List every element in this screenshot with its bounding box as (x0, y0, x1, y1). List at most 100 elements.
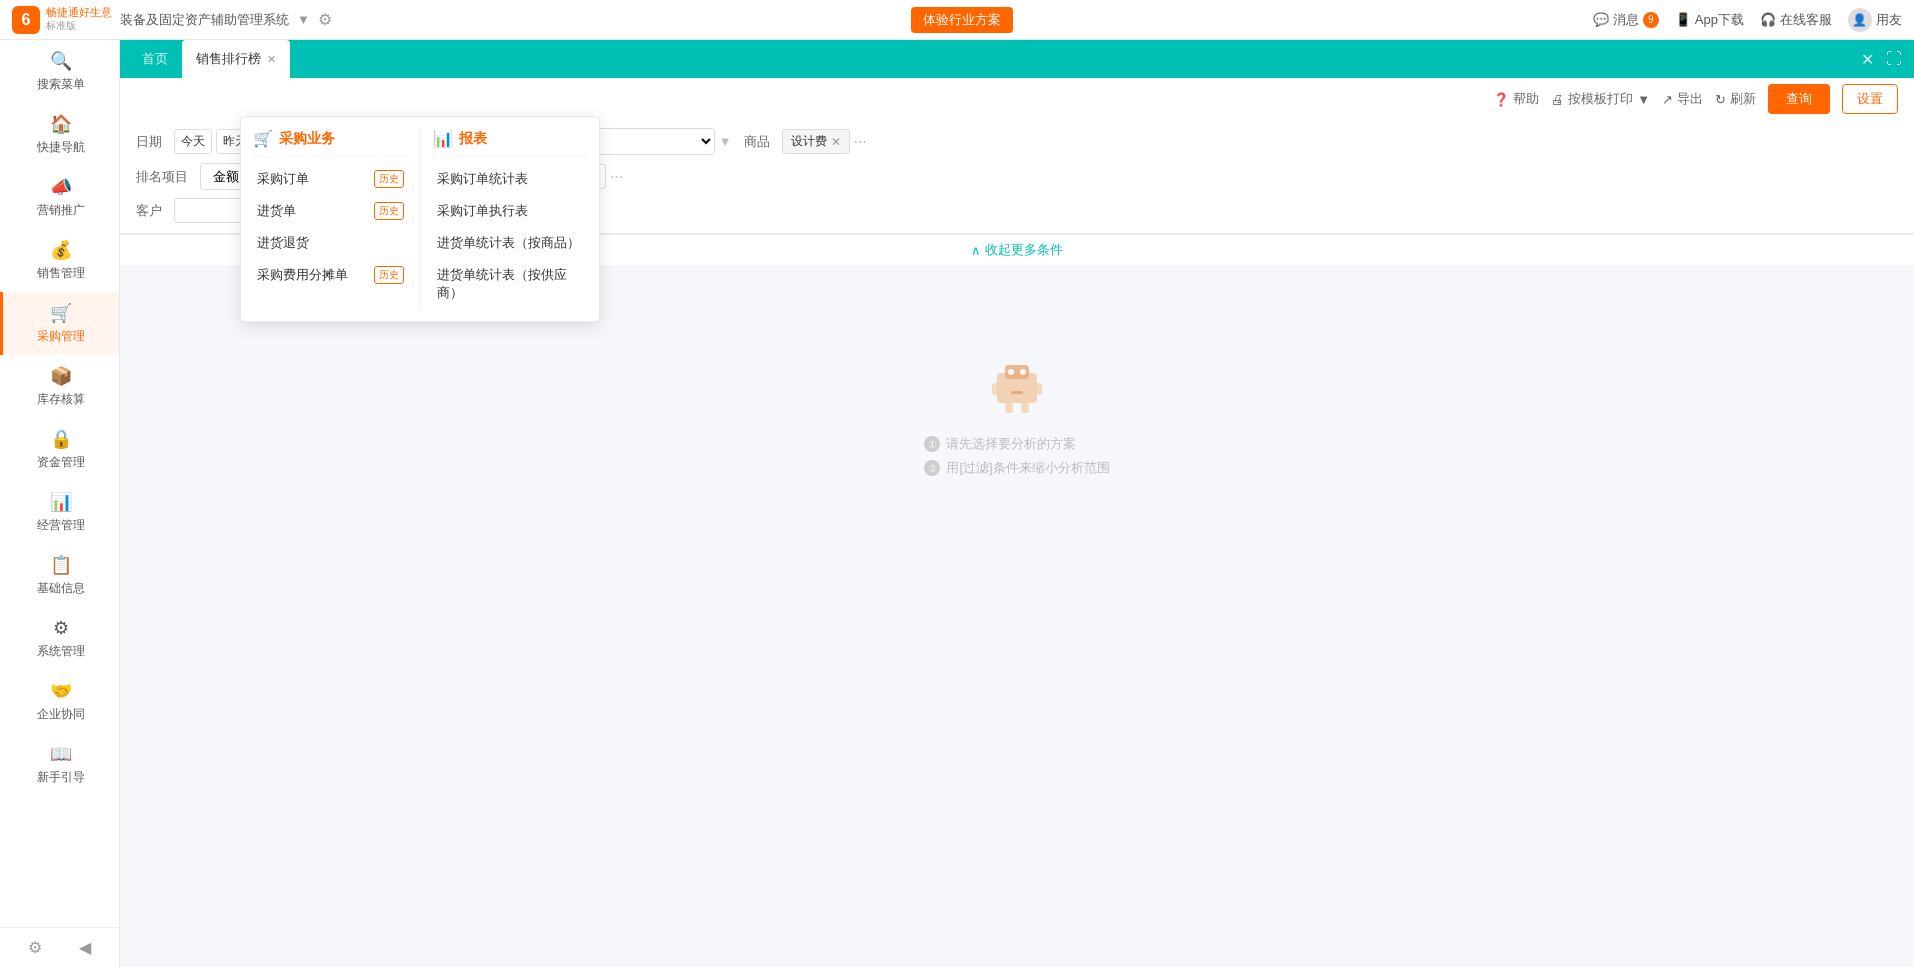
empty-tips: ① 请先选择要分析的方案 ② 用[过滤]条件来缩小分析范围 (924, 435, 1109, 477)
header-center: 体验行业方案 (911, 7, 1013, 33)
tab-close-icon[interactable]: ✕ (267, 53, 276, 66)
sidebar-item-search[interactable]: 🔍 搜索菜单 (0, 40, 119, 103)
tab-maximize-btn[interactable]: ⛶ (1882, 46, 1906, 73)
help-btn[interactable]: ❓ 帮助 (1493, 90, 1539, 108)
inventory-icon: 📦 (50, 365, 72, 387)
nav-user[interactable]: 👤 用友 (1848, 8, 1902, 32)
purchase-order-history: 历史 (374, 170, 404, 188)
purchase-dropdown-menu: 🛒 采购业务 采购订单 历史 进货单 历史 进货退货 (240, 116, 600, 322)
sidebar-label-base-info: 基础信息 (37, 580, 85, 597)
top-header: 6 畅捷通好生意 标准版 装备及固定资产辅助管理系统 ▼ ⚙ 体验行业方案 💬 … (0, 0, 1914, 40)
sidebar-item-purchase[interactable]: 🛒 采购管理 (0, 292, 119, 355)
sidebar-label-operation: 经营管理 (37, 517, 85, 534)
dropdown-inbound-stat-goods[interactable]: 进货单统计表（按商品） (433, 227, 588, 259)
industry-btn[interactable]: 体验行业方案 (911, 7, 1013, 33)
inbound-stat-goods-label: 进货单统计表（按商品） (437, 234, 580, 252)
tab-sales-rank-label: 销售排行榜 (196, 50, 261, 68)
nav-online-service[interactable]: 🎧 在线客服 (1760, 11, 1832, 29)
dropdown-purchase-expense[interactable]: 采购费用分摊单 历史 (253, 259, 408, 291)
logo-line1: 畅捷通好生意 (46, 6, 112, 19)
sidebar-label-search: 搜索菜单 (37, 76, 85, 93)
goods-label: 商品 (744, 133, 770, 151)
search-icon: 🔍 (50, 50, 72, 72)
sidebar-item-enterprise[interactable]: 🤝 企业协同 (0, 670, 119, 733)
sidebar-item-marketing[interactable]: 📣 营销推广 (0, 166, 119, 229)
goods-more-btn[interactable]: ··· (854, 133, 867, 151)
system-dropdown-icon[interactable]: ▼ (297, 12, 310, 27)
date-option-today[interactable]: 今天 (174, 129, 212, 154)
print-dropdown-icon: ▼ (1637, 92, 1650, 107)
svg-rect-4 (1011, 391, 1023, 394)
inbound-order-history: 历史 (374, 202, 404, 220)
help-label: 帮助 (1513, 90, 1539, 108)
tab-bar-actions: ✕ ⛶ (1857, 46, 1906, 73)
empty-illustration (977, 345, 1057, 425)
collapse-arrow-icon: ∧ (971, 243, 981, 258)
purchase-col-icon: 🛒 (253, 129, 273, 148)
sidebar-collapse-btn[interactable]: ◀ (79, 938, 91, 957)
sidebar-item-quick-nav[interactable]: 🏠 快捷导航 (0, 103, 119, 166)
sidebar-label-sales: 销售管理 (37, 265, 85, 282)
dropdown-inbound-stat-supplier[interactable]: 进货单统计表（按供应商） (433, 259, 588, 309)
sidebar-item-sales[interactable]: 💰 销售管理 (0, 229, 119, 292)
sidebar-settings-btn[interactable]: ⚙ (28, 938, 42, 957)
user-label: 用友 (1876, 11, 1902, 29)
logo-icon: 6 (12, 6, 40, 34)
system-settings-icon[interactable]: ⚙ (318, 10, 332, 29)
service-label: 在线客服 (1780, 11, 1832, 29)
tip1-text: 请先选择要分析的方案 (946, 435, 1076, 453)
goods-tag: 设计费 ✕ (782, 129, 850, 154)
sidebar-label-purchase: 采购管理 (37, 328, 85, 345)
sidebar-item-fund[interactable]: 🔒 资金管理 (0, 418, 119, 481)
nav-message[interactable]: 💬 消息 9 (1593, 11, 1659, 29)
nav-app-download[interactable]: 📱 App下载 (1675, 11, 1744, 29)
dropdown-purchase-order-exec[interactable]: 采购订单执行表 (433, 195, 588, 227)
sidebar-bottom: ⚙ ◀ (0, 927, 119, 967)
dropdown-purchase-order-stat[interactable]: 采购订单统计表 (433, 163, 588, 195)
dropdown-inbound-order[interactable]: 进货单 历史 (253, 195, 408, 227)
user-avatar: 👤 (1848, 8, 1872, 32)
tab-close-btn[interactable]: ✕ (1857, 46, 1878, 73)
tip2-text: 用[过滤]条件来缩小分析范围 (946, 459, 1109, 477)
sidebar-label-system: 系统管理 (37, 643, 85, 660)
sidebar-item-guide[interactable]: 📖 新手引导 (0, 733, 119, 796)
sidebar-label-marketing: 营销推广 (37, 202, 85, 219)
sidebar-item-system[interactable]: ⚙ 系统管理 (0, 607, 119, 670)
voucher-status-dropdown[interactable]: ▼ (719, 134, 732, 149)
dropdown-purchase-order[interactable]: 采购订单 历史 (253, 163, 408, 195)
tip2-num: ② (924, 460, 940, 476)
salesperson-more-btn[interactable]: ··· (610, 168, 623, 186)
fund-icon: 🔒 (50, 428, 72, 450)
tab-sales-rank[interactable]: 销售排行榜 ✕ (182, 40, 290, 78)
app-icon: 📱 (1675, 12, 1691, 27)
tip1-num: ① (924, 436, 940, 452)
refresh-icon: ↻ (1715, 92, 1726, 107)
marketing-icon: 📣 (50, 176, 72, 198)
purchase-order-exec-label: 采购订单执行表 (437, 202, 528, 220)
content-area: 首页 销售排行榜 ✕ ✕ ⛶ ❓ 帮助 🖨 按模板打印 (120, 40, 1914, 967)
goods-tag-close[interactable]: ✕ (831, 135, 841, 149)
header-left: 6 畅捷通好生意 标准版 装备及固定资产辅助管理系统 ▼ ⚙ (12, 6, 332, 34)
report-col-icon: 📊 (433, 129, 453, 148)
dropdown-inbound-return[interactable]: 进货退货 (253, 227, 408, 259)
purchase-col: 🛒 采购业务 采购订单 历史 进货单 历史 进货退货 (241, 129, 421, 309)
svg-rect-7 (1005, 403, 1013, 413)
date-label: 日期 (136, 133, 162, 151)
rank-item-label: 排名项目 (136, 168, 188, 186)
filter-toolbar: ❓ 帮助 🖨 按模板打印 ▼ ↗ 导出 ↻ 刷新 查询 设置 (120, 78, 1914, 118)
inbound-order-label: 进货单 (257, 202, 296, 220)
export-btn[interactable]: ↗ 导出 (1662, 90, 1703, 108)
setting-button[interactable]: 设置 (1842, 84, 1898, 114)
print-icon: 🖨 (1551, 92, 1564, 107)
print-label: 按模板打印 (1568, 90, 1633, 108)
report-col-title-text: 报表 (459, 130, 487, 148)
purchase-col-title-text: 采购业务 (279, 130, 335, 148)
tab-home[interactable]: 首页 (128, 40, 182, 78)
sidebar-item-inventory[interactable]: 📦 库存核算 (0, 355, 119, 418)
refresh-btn[interactable]: ↻ 刷新 (1715, 90, 1756, 108)
sidebar-item-base-info[interactable]: 📋 基础信息 (0, 544, 119, 607)
sidebar-item-operation[interactable]: 📊 经营管理 (0, 481, 119, 544)
print-template-btn[interactable]: 🖨 按模板打印 ▼ (1551, 90, 1650, 108)
message-icon: 💬 (1593, 12, 1609, 27)
query-button[interactable]: 查询 (1768, 84, 1830, 114)
